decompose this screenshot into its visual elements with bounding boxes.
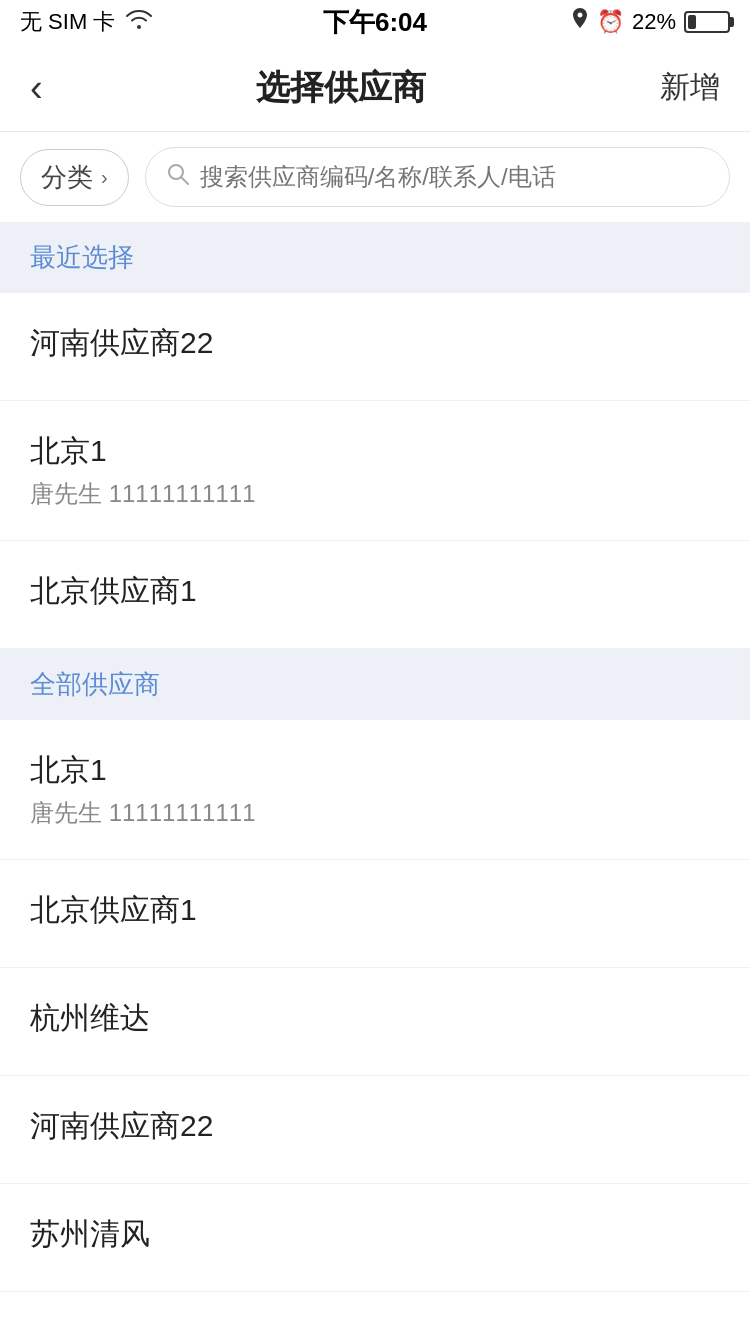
status-right: ⏰ 22% — [571, 8, 730, 36]
battery-icon — [684, 11, 730, 33]
list-item[interactable]: 河南供应商22 — [0, 1076, 750, 1184]
all-items-list: 北京1 唐先生 11111111111 北京供应商1 杭州维达 河南供应商22 … — [0, 720, 750, 1292]
recent-items-list: 河南供应商22 北京1 唐先生 11111111111 北京供应商1 — [0, 293, 750, 649]
search-input[interactable] — [200, 163, 709, 191]
list-item[interactable]: 北京供应商1 — [0, 541, 750, 649]
item-name: 河南供应商22 — [30, 1106, 720, 1147]
item-sub: 唐先生 11111111111 — [30, 478, 720, 510]
item-name: 北京供应商1 — [30, 571, 720, 612]
status-left: 无 SIM 卡 — [20, 7, 153, 37]
battery-percentage: 22% — [632, 9, 676, 35]
filter-bar: 分类 › — [0, 132, 750, 222]
status-bar: 无 SIM 卡 下午6:04 ⏰ 22% — [0, 0, 750, 44]
category-button[interactable]: 分类 › — [20, 149, 129, 206]
search-box — [145, 147, 730, 207]
item-name: 北京1 — [30, 750, 720, 791]
list-item[interactable]: 北京1 唐先生 11111111111 — [0, 720, 750, 860]
page-title: 选择供应商 — [43, 65, 640, 111]
alarm-icon: ⏰ — [597, 9, 624, 35]
back-button[interactable]: ‹ — [30, 69, 43, 107]
chevron-right-icon: › — [101, 166, 108, 189]
list-item[interactable]: 苏州清风 — [0, 1184, 750, 1292]
wifi-icon — [125, 9, 153, 35]
all-section-title: 全部供应商 — [30, 669, 160, 699]
nav-bar: ‹ 选择供应商 新增 — [0, 44, 750, 132]
search-icon — [166, 162, 190, 193]
all-section-header: 全部供应商 — [0, 649, 750, 720]
list-item[interactable]: 河南供应商22 — [0, 293, 750, 401]
svg-line-1 — [181, 177, 188, 184]
item-name: 苏州清风 — [30, 1214, 720, 1255]
item-name: 北京供应商1 — [30, 890, 720, 931]
recent-section-header: 最近选择 — [0, 222, 750, 293]
item-name: 杭州维达 — [30, 998, 720, 1039]
item-sub: 唐先生 11111111111 — [30, 797, 720, 829]
location-icon — [571, 8, 589, 36]
list-item[interactable]: 北京供应商1 — [0, 860, 750, 968]
list-item[interactable]: 北京1 唐先生 11111111111 — [0, 401, 750, 541]
item-name: 河南供应商22 — [30, 323, 720, 364]
carrier-text: 无 SIM 卡 — [20, 7, 115, 37]
item-name: 北京1 — [30, 431, 720, 472]
list-item[interactable]: 杭州维达 — [0, 968, 750, 1076]
add-button[interactable]: 新增 — [640, 67, 720, 108]
status-time: 下午6:04 — [323, 5, 427, 40]
recent-section-title: 最近选择 — [30, 242, 134, 272]
category-label: 分类 — [41, 160, 93, 195]
